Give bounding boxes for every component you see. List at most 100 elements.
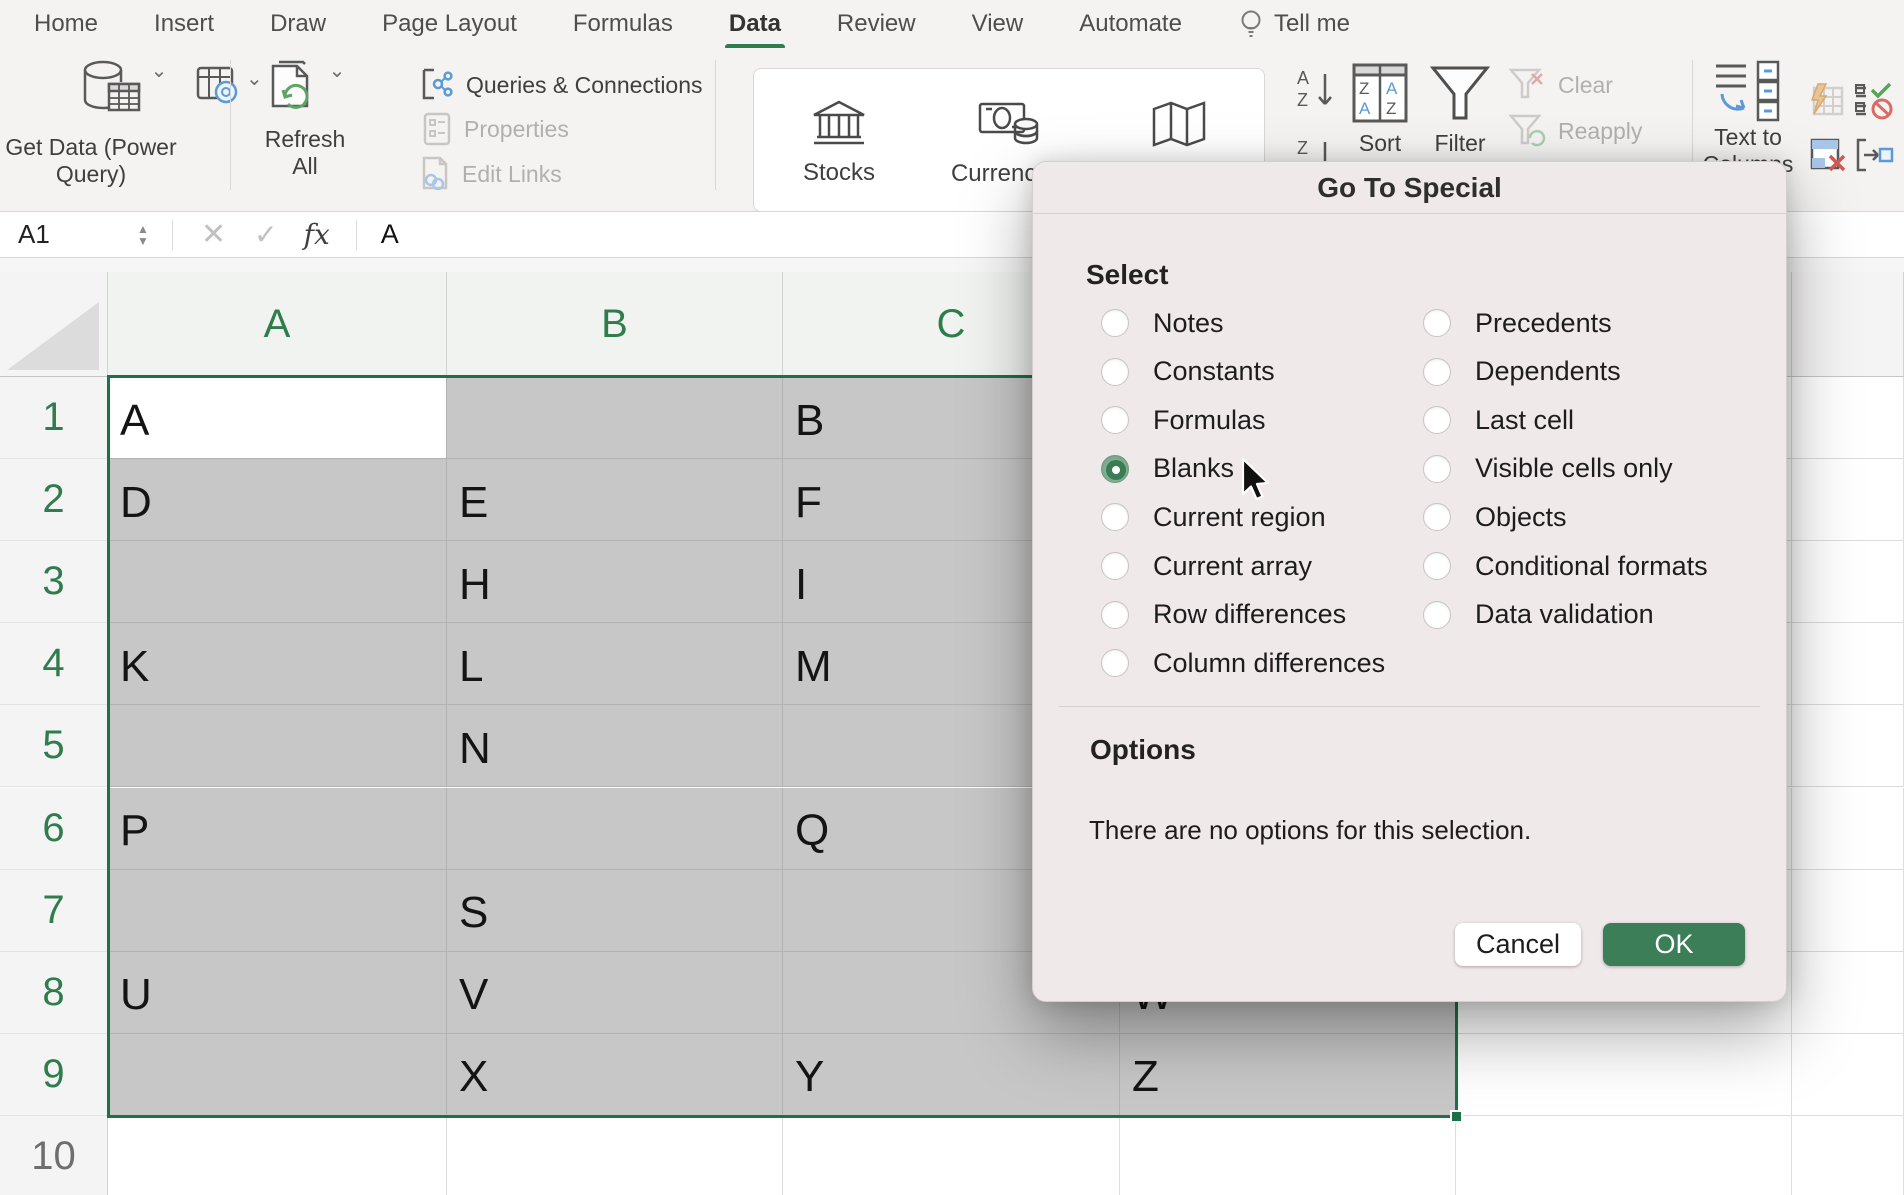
reapply-filter-button[interactable]: Reapply	[1508, 112, 1642, 150]
sort-ascending-button[interactable]: A Z	[1295, 66, 1347, 118]
cell-C10[interactable]	[783, 1116, 1120, 1195]
consolidate-button[interactable]	[1852, 136, 1894, 174]
refresh-all-button[interactable]: ⌄ Refresh All	[250, 58, 360, 180]
properties-button[interactable]: Properties	[422, 112, 569, 146]
row-header-10[interactable]: 10	[0, 1116, 108, 1195]
cell-F7[interactable]	[1792, 870, 1904, 952]
column-header-F[interactable]	[1792, 272, 1904, 377]
cell-A6[interactable]: P	[108, 788, 447, 870]
cell-A7[interactable]	[108, 870, 447, 952]
row-header-9[interactable]: 9	[0, 1034, 108, 1116]
cell-D9[interactable]: Z	[1120, 1034, 1456, 1116]
cell-E10[interactable]	[1456, 1116, 1792, 1195]
cell-F2[interactable]	[1792, 459, 1904, 541]
insert-function-icon[interactable]: fx	[304, 218, 330, 251]
cell-D10[interactable]	[1120, 1116, 1456, 1195]
name-box[interactable]: A1	[0, 212, 128, 257]
radio-visible-cells-only[interactable]: Visible cells only	[1423, 445, 1673, 493]
radio-precedents[interactable]: Precedents	[1423, 299, 1612, 347]
edit-links-button[interactable]: Edit Links	[420, 156, 562, 192]
cell-B10[interactable]	[447, 1116, 783, 1195]
text-to-columns-button[interactable]: Text to Columns	[1700, 58, 1796, 178]
cell-B7[interactable]: S	[447, 870, 783, 952]
row-header-4[interactable]: 4	[0, 623, 108, 705]
select-all-corner[interactable]	[0, 272, 108, 377]
ribbon-tab-automate[interactable]: Automate	[1079, 10, 1182, 38]
cell-A1[interactable]: A	[108, 377, 447, 459]
remove-duplicates-button[interactable]	[1808, 136, 1848, 174]
cell-B5[interactable]: N	[447, 705, 783, 787]
radio-objects[interactable]: Objects	[1423, 493, 1567, 541]
radio-formulas[interactable]: Formulas	[1101, 396, 1266, 444]
cell-C9[interactable]: Y	[783, 1034, 1120, 1116]
cell-B8[interactable]: V	[447, 952, 783, 1034]
cell-A10[interactable]	[108, 1116, 447, 1195]
row-header-6[interactable]: 6	[0, 788, 108, 870]
selection-fill-handle[interactable]	[1450, 1110, 1463, 1123]
cell-B9[interactable]: X	[447, 1034, 783, 1116]
name-box-stepper[interactable]: ▲ ▼	[128, 224, 158, 246]
cell-A4[interactable]: K	[108, 623, 447, 705]
row-header-2[interactable]: 2	[0, 459, 108, 541]
ribbon-tab-page-layout[interactable]: Page Layout	[382, 10, 517, 38]
data-validation-button[interactable]	[1852, 82, 1894, 120]
cell-B6[interactable]	[447, 788, 783, 870]
cell-F6[interactable]	[1792, 788, 1904, 870]
radio-conditional-formats[interactable]: Conditional formats	[1423, 542, 1708, 590]
column-header-B[interactable]: B	[447, 272, 783, 377]
ribbon-tab-data[interactable]: Data	[729, 10, 781, 38]
cell-F4[interactable]	[1792, 623, 1904, 705]
radio-last-cell[interactable]: Last cell	[1423, 396, 1574, 444]
cell-B1[interactable]	[447, 377, 783, 459]
cell-E9[interactable]	[1456, 1034, 1792, 1116]
ok-button[interactable]: OK	[1603, 923, 1745, 966]
ribbon-tab-home[interactable]: Home	[34, 10, 98, 38]
radio-column-differences[interactable]: Column differences	[1101, 639, 1385, 687]
cell-F8[interactable]	[1792, 952, 1904, 1034]
cell-F3[interactable]	[1792, 541, 1904, 623]
row-header-7[interactable]: 7	[0, 870, 108, 952]
ribbon-tab-formulas[interactable]: Formulas	[573, 10, 673, 38]
column-header-A[interactable]: A	[108, 272, 447, 377]
cell-A5[interactable]	[108, 705, 447, 787]
cell-B3[interactable]: H	[447, 541, 783, 623]
cell-A8[interactable]: U	[108, 952, 447, 1034]
radio-row-differences[interactable]: Row differences	[1101, 591, 1346, 639]
formula-input[interactable]: A	[381, 219, 399, 250]
ribbon-tab-insert[interactable]: Insert	[154, 10, 214, 38]
radio-dependents[interactable]: Dependents	[1423, 348, 1621, 396]
filter-button[interactable]: Filter	[1426, 62, 1494, 157]
row-header-5[interactable]: 5	[0, 705, 108, 787]
cell-A3[interactable]	[108, 541, 447, 623]
row-header-8[interactable]: 8	[0, 952, 108, 1034]
cell-F10[interactable]	[1792, 1116, 1904, 1195]
ribbon-tab-review[interactable]: Review	[837, 10, 916, 38]
cell-B4[interactable]: L	[447, 623, 783, 705]
row-header-3[interactable]: 3	[0, 541, 108, 623]
queries-connections-button[interactable]: Queries & Connections	[420, 68, 703, 102]
radio-constants[interactable]: Constants	[1101, 348, 1275, 396]
cancel-button[interactable]: Cancel	[1455, 923, 1581, 966]
radio-current-region[interactable]: Current region	[1101, 493, 1326, 541]
cell-F9[interactable]	[1792, 1034, 1904, 1116]
cancel-entry-icon[interactable]: ✕	[201, 217, 226, 252]
ribbon-tab-draw[interactable]: Draw	[270, 10, 326, 38]
cell-A9[interactable]	[108, 1034, 447, 1116]
stocks-button[interactable]: Stocks	[764, 99, 914, 186]
confirm-entry-icon[interactable]: ✓	[254, 218, 277, 251]
cell-A2[interactable]: D	[108, 459, 447, 541]
radio-current-array[interactable]: Current array	[1101, 542, 1312, 590]
cell-F1[interactable]	[1792, 377, 1904, 459]
radio-blanks[interactable]: Blanks	[1101, 445, 1234, 493]
radio-data-validation[interactable]: Data validation	[1423, 591, 1654, 639]
sort-button[interactable]: Z A A Z Sort	[1348, 62, 1412, 157]
cell-F5[interactable]	[1792, 705, 1904, 787]
cell-B2[interactable]: E	[447, 459, 783, 541]
ribbon-tab-view[interactable]: View	[972, 10, 1024, 38]
flash-fill-button[interactable]	[1806, 82, 1844, 118]
clear-filter-button[interactable]: Clear	[1508, 66, 1613, 104]
row-header-1[interactable]: 1	[0, 377, 108, 459]
radio-notes[interactable]: Notes	[1101, 299, 1224, 347]
get-data-button[interactable]: ⌄ Get Data (Power Query)	[48, 58, 196, 188]
tell-me-button[interactable]: Tell me	[1238, 9, 1350, 39]
